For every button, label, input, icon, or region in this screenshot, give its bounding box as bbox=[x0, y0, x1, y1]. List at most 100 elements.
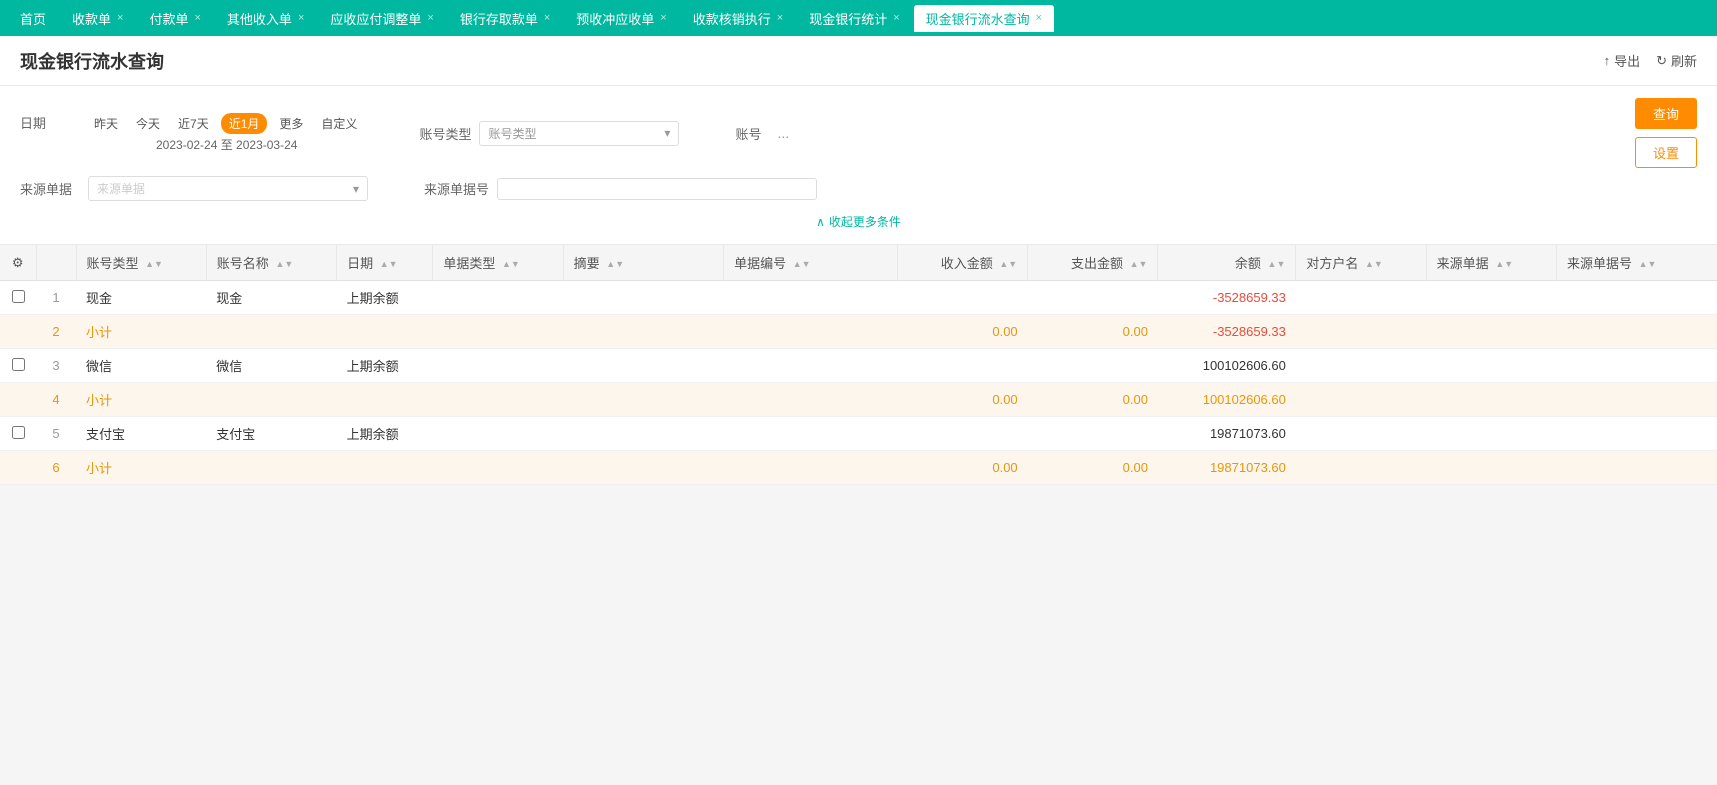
th-doc-type[interactable]: 单据类型 ▲▼ bbox=[433, 245, 563, 281]
td-source-doc bbox=[1426, 315, 1556, 349]
filter-row-1: 日期 昨天 今天 近7天 近1月 更多 自定义 2023-02-24 至 202… bbox=[20, 98, 1697, 168]
sort-icon-balance: ▲▼ bbox=[1268, 260, 1286, 269]
nav-tab-3[interactable]: 应收应付调整单 × bbox=[318, 5, 445, 32]
row-checkbox[interactable] bbox=[12, 358, 25, 371]
date-btn-1month[interactable]: 近1月 bbox=[221, 113, 268, 134]
data-table: ⚙ 账号类型 ▲▼ 账号名称 ▲▼ 日期 ▲▼ 单据类型 ▲▼ bbox=[0, 245, 1717, 485]
table-row: 5 支付宝 支付宝 上期余额 19871073.60 bbox=[0, 417, 1717, 451]
td-doc-type bbox=[433, 349, 563, 383]
td-doc-type bbox=[433, 383, 563, 417]
td-source-doc-no bbox=[1556, 451, 1717, 485]
td-checkbox[interactable] bbox=[0, 281, 36, 315]
date-btn-7days[interactable]: 近7天 bbox=[172, 113, 215, 134]
sort-icon-doc-no: ▲▼ bbox=[793, 260, 811, 269]
action-buttons: 查询 设置 bbox=[1635, 98, 1697, 168]
sort-icon-account-type: ▲▼ bbox=[145, 260, 163, 269]
nav-tab-7[interactable]: 现金银行统计 × bbox=[797, 5, 911, 32]
th-date[interactable]: 日期 ▲▼ bbox=[337, 245, 433, 281]
td-doc-type bbox=[433, 417, 563, 451]
account-type-select[interactable]: 账号类型 ▾ bbox=[479, 121, 679, 146]
nav-close-5[interactable]: × bbox=[660, 12, 666, 24]
td-account-type: 现金 bbox=[76, 281, 206, 315]
td-source-doc-no bbox=[1556, 417, 1717, 451]
nav-close-0[interactable]: × bbox=[117, 12, 123, 24]
source-doc-select[interactable]: 来源单据 ▾ bbox=[88, 176, 368, 201]
td-checkbox[interactable] bbox=[0, 451, 36, 485]
nav-tab-5[interactable]: 预收冲应收单 × bbox=[564, 5, 678, 32]
nav-tab-0[interactable]: 收款单 × bbox=[60, 5, 135, 32]
refresh-button[interactable]: ↻ 刷新 bbox=[1656, 51, 1697, 70]
td-doc-type bbox=[433, 451, 563, 485]
export-button[interactable]: ↑ 导出 bbox=[1604, 51, 1641, 70]
th-balance[interactable]: 余额 ▲▼ bbox=[1158, 245, 1296, 281]
td-account-name bbox=[206, 315, 336, 349]
th-summary[interactable]: 摘要 ▲▼ bbox=[563, 245, 723, 281]
th-doc-no[interactable]: 单据编号 ▲▼ bbox=[724, 245, 898, 281]
nav-close-4[interactable]: × bbox=[544, 12, 550, 24]
td-checkbox[interactable] bbox=[0, 417, 36, 451]
source-doc-no-label: 来源单据号 bbox=[424, 179, 489, 198]
date-btn-today[interactable]: 今天 bbox=[130, 113, 166, 134]
td-summary bbox=[563, 315, 723, 349]
td-checkbox[interactable] bbox=[0, 349, 36, 383]
nav-tab-1[interactable]: 付款单 × bbox=[137, 5, 212, 32]
row-checkbox[interactable] bbox=[12, 290, 25, 303]
td-num: 2 bbox=[36, 315, 76, 349]
th-income[interactable]: 收入金额 ▲▼ bbox=[897, 245, 1027, 281]
source-doc-no-input[interactable] bbox=[497, 178, 817, 200]
td-expense: 0.00 bbox=[1028, 383, 1158, 417]
nav-close-2[interactable]: × bbox=[298, 12, 304, 24]
account-group: 账号 ... bbox=[735, 124, 793, 143]
date-btn-more[interactable]: 更多 bbox=[273, 113, 309, 134]
td-summary bbox=[563, 417, 723, 451]
td-account-name bbox=[206, 451, 336, 485]
sort-icon-summary: ▲▼ bbox=[606, 260, 624, 269]
nav-close-6[interactable]: × bbox=[777, 12, 783, 24]
td-checkbox[interactable] bbox=[0, 383, 36, 417]
td-summary bbox=[563, 383, 723, 417]
row-checkbox[interactable] bbox=[12, 426, 25, 439]
td-doc-no bbox=[724, 451, 898, 485]
more-dots[interactable]: ... bbox=[773, 125, 793, 141]
nav-close-8[interactable]: × bbox=[1036, 12, 1042, 24]
collapse-bar[interactable]: ∧ 收起更多条件 bbox=[20, 209, 1697, 236]
td-balance: -3528659.33 bbox=[1158, 315, 1296, 349]
query-button[interactable]: 查询 bbox=[1635, 98, 1697, 129]
td-num: 4 bbox=[36, 383, 76, 417]
th-source-doc-no[interactable]: 来源单据号 ▲▼ bbox=[1556, 245, 1717, 281]
th-account-type[interactable]: 账号类型 ▲▼ bbox=[76, 245, 206, 281]
td-income bbox=[897, 281, 1027, 315]
td-date bbox=[337, 451, 433, 485]
top-nav: 首页 收款单 × 付款单 × 其他收入单 × 应收应付调整单 × 银行存取款单 … bbox=[0, 0, 1717, 36]
td-date: 上期余额 bbox=[337, 417, 433, 451]
nav-close-1[interactable]: × bbox=[194, 12, 200, 24]
th-counterpart[interactable]: 对方户名 ▲▼ bbox=[1296, 245, 1426, 281]
nav-tab-4[interactable]: 银行存取款单 × bbox=[448, 5, 562, 32]
td-source-doc-no bbox=[1556, 315, 1717, 349]
td-account-type: 小计 bbox=[76, 451, 206, 485]
settings-button[interactable]: 设置 bbox=[1635, 137, 1697, 168]
nav-close-3[interactable]: × bbox=[427, 12, 433, 24]
nav-home[interactable]: 首页 bbox=[8, 5, 58, 32]
date-btn-custom[interactable]: 自定义 bbox=[315, 113, 363, 134]
date-buttons: 昨天 今天 近7天 近1月 更多 自定义 bbox=[88, 113, 363, 134]
th-settings[interactable]: ⚙ bbox=[0, 245, 36, 281]
table-row: 6 小计 0.00 0.00 19871073.60 bbox=[0, 451, 1717, 485]
td-account-type: 小计 bbox=[76, 383, 206, 417]
nav-close-7[interactable]: × bbox=[893, 12, 899, 24]
td-expense: 0.00 bbox=[1028, 315, 1158, 349]
td-source-doc bbox=[1426, 281, 1556, 315]
td-expense bbox=[1028, 417, 1158, 451]
table-header-row: ⚙ 账号类型 ▲▼ 账号名称 ▲▼ 日期 ▲▼ 单据类型 ▲▼ bbox=[0, 245, 1717, 281]
td-checkbox[interactable] bbox=[0, 315, 36, 349]
td-counterpart bbox=[1296, 281, 1426, 315]
th-expense[interactable]: 支出金额 ▲▼ bbox=[1028, 245, 1158, 281]
td-income: 0.00 bbox=[897, 451, 1027, 485]
nav-tab-8[interactable]: 现金银行流水查询 × bbox=[914, 5, 1054, 32]
nav-tab-6[interactable]: 收款核销执行 × bbox=[681, 5, 795, 32]
th-account-name[interactable]: 账号名称 ▲▼ bbox=[206, 245, 336, 281]
date-label: 日期 bbox=[20, 113, 80, 132]
th-source-doc[interactable]: 来源单据 ▲▼ bbox=[1426, 245, 1556, 281]
nav-tab-2[interactable]: 其他收入单 × bbox=[215, 5, 316, 32]
date-btn-yesterday[interactable]: 昨天 bbox=[88, 113, 124, 134]
